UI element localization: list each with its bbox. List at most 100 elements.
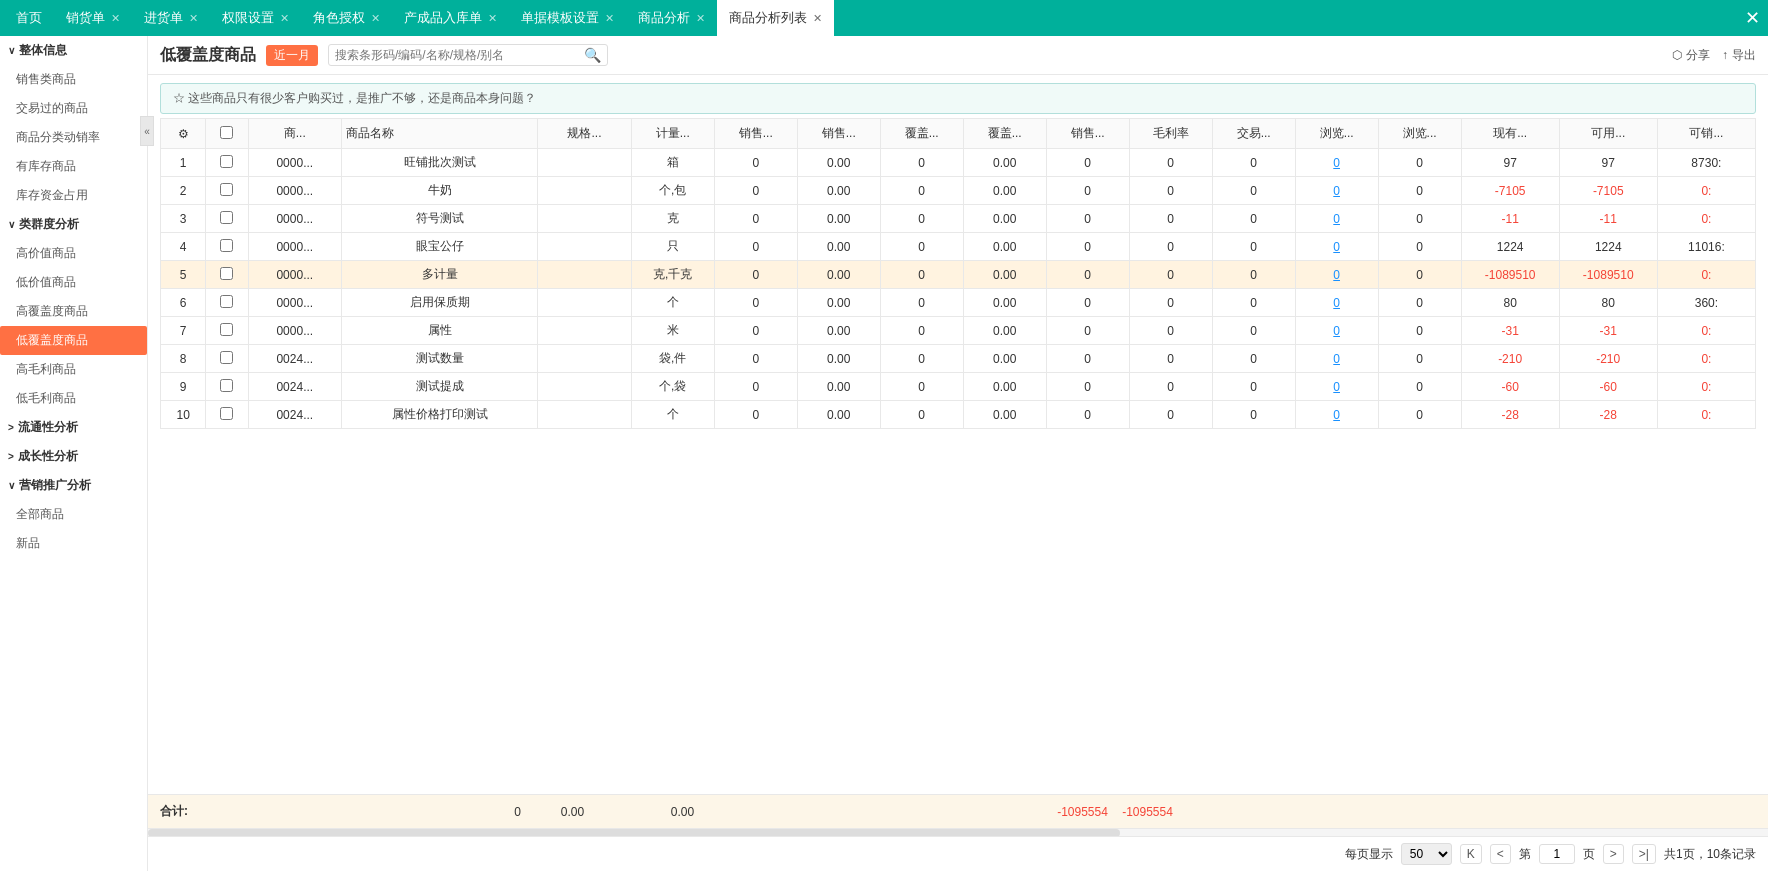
sidebar-item-high-margin[interactable]: 高毛利商品: [0, 355, 147, 384]
per-page-select[interactable]: 50 20 100: [1401, 843, 1452, 865]
table-row: 50000...多计量克,千克00.0000.0000000-1089510-1…: [161, 261, 1756, 289]
row-code: 0000...: [248, 233, 342, 261]
row-stock1: 97: [1461, 149, 1559, 177]
nav-home[interactable]: 首页: [4, 0, 54, 36]
sidebar-item-low-coverage[interactable]: 低覆盖度商品: [0, 326, 147, 355]
row-stock1: -210: [1461, 345, 1559, 373]
row-cover2: 0.00: [963, 317, 1046, 345]
row-stock1: -28: [1461, 401, 1559, 429]
close-icon[interactable]: ✕: [280, 12, 289, 25]
row-sales-qty: 0: [714, 177, 797, 205]
row-cover2: 0.00: [963, 261, 1046, 289]
col-check[interactable]: [206, 119, 248, 149]
row-cover1: 0: [880, 317, 963, 345]
period-button[interactable]: 近一月: [266, 45, 318, 66]
row-trade: 0: [1212, 205, 1295, 233]
export-button[interactable]: ↑ 导出: [1722, 47, 1756, 64]
page-label-after: 页: [1583, 846, 1595, 863]
row-unit: 米: [631, 317, 714, 345]
row-gross-margin: 0: [1129, 373, 1212, 401]
row-index: 7: [161, 317, 206, 345]
row-gross-margin: 0: [1129, 289, 1212, 317]
sidebar-section-overall[interactable]: ∨ 整体信息: [0, 36, 147, 65]
close-icon[interactable]: ✕: [813, 12, 822, 25]
row-browse1: 0: [1295, 205, 1378, 233]
row-sales2: 0: [1046, 373, 1129, 401]
nav-roles[interactable]: 角色授权 ✕: [301, 0, 392, 36]
summary-cover2: 0.00: [655, 805, 710, 819]
nav-template-settings[interactable]: 单据模板设置 ✕: [509, 0, 626, 36]
search-input[interactable]: [335, 48, 584, 62]
last-page-button[interactable]: >|: [1632, 844, 1656, 864]
sidebar-item-low-value[interactable]: 低价值商品: [0, 268, 147, 297]
sidebar-item-low-margin[interactable]: 低毛利商品: [0, 384, 147, 413]
close-icon[interactable]: ✕: [371, 12, 380, 25]
row-sales2: 0: [1046, 261, 1129, 289]
page-number-input[interactable]: [1539, 844, 1575, 864]
row-browse1: 0: [1295, 233, 1378, 261]
row-code: 0000...: [248, 149, 342, 177]
col-gross-margin: 毛利率: [1129, 119, 1212, 149]
close-all-icon[interactable]: ✕: [1745, 7, 1760, 29]
next-page-button[interactable]: >: [1603, 844, 1624, 864]
row-stock2: 80: [1559, 289, 1657, 317]
sidebar-item-new-goods[interactable]: 新品: [0, 529, 147, 558]
first-page-button[interactable]: K: [1460, 844, 1482, 864]
row-unit: 克,千克: [631, 261, 714, 289]
row-gross-margin: 0: [1129, 177, 1212, 205]
summary-stock2: -1095554: [1050, 805, 1115, 819]
row-stock3: 0:: [1657, 373, 1755, 401]
row-name: 测试数量: [342, 345, 538, 373]
col-settings[interactable]: ⚙: [161, 119, 206, 149]
search-box[interactable]: 🔍: [328, 44, 608, 66]
share-icon: ⬡: [1672, 48, 1682, 62]
row-browse2: 0: [1378, 149, 1461, 177]
sidebar-section-liquidity[interactable]: > 流通性分析: [0, 413, 147, 442]
row-stock3: 8730:: [1657, 149, 1755, 177]
close-icon[interactable]: ✕: [488, 12, 497, 25]
sidebar-item-high-value[interactable]: 高价值商品: [0, 239, 147, 268]
row-browse1: 0: [1295, 177, 1378, 205]
nav-sales-order[interactable]: 销货单 ✕: [54, 0, 132, 36]
row-unit: 只: [631, 233, 714, 261]
row-code: 0024...: [248, 373, 342, 401]
row-sales-amt: 0.00: [797, 317, 880, 345]
select-all-checkbox[interactable]: [220, 126, 233, 139]
prev-page-button[interactable]: <: [1490, 844, 1511, 864]
sidebar-section-growth[interactable]: > 成长性分析: [0, 442, 147, 471]
row-sales-qty: 0: [714, 373, 797, 401]
close-icon[interactable]: ✕: [605, 12, 614, 25]
sidebar-section-marketing[interactable]: ∨ 营销推广分析: [0, 471, 147, 500]
row-code: 0000...: [248, 317, 342, 345]
close-icon[interactable]: ✕: [111, 12, 120, 25]
sidebar-section-cluster[interactable]: ∨ 类群度分析: [0, 210, 147, 239]
sidebar-collapse-button[interactable]: «: [140, 116, 154, 146]
chevron-right-icon: >: [8, 422, 14, 433]
nav-permissions[interactable]: 权限设置 ✕: [210, 0, 301, 36]
row-browse2: 0: [1378, 233, 1461, 261]
nav-purchase[interactable]: 进货单 ✕: [132, 0, 210, 36]
sidebar-item-stock-capital[interactable]: 库存资金占用: [0, 181, 147, 210]
row-index: 3: [161, 205, 206, 233]
nav-product-analysis[interactable]: 商品分析 ✕: [626, 0, 717, 36]
row-cover2: 0.00: [963, 205, 1046, 233]
table-row: 20000...牛奶个,包00.0000.0000000-7105-71050:: [161, 177, 1756, 205]
close-icon[interactable]: ✕: [696, 12, 705, 25]
row-sales-qty: 0: [714, 289, 797, 317]
sidebar-item-sales-goods[interactable]: 销售类商品: [0, 65, 147, 94]
row-name: 多计量: [342, 261, 538, 289]
table-container[interactable]: ⚙ 商... 商品名称 规格... 计量... 销售... 销售... 覆盖..…: [148, 118, 1768, 794]
col-cover2: 覆盖...: [963, 119, 1046, 149]
close-icon[interactable]: ✕: [189, 12, 198, 25]
sidebar-item-traded-goods[interactable]: 交易过的商品: [0, 94, 147, 123]
nav-product-analysis-list[interactable]: 商品分析列表 ✕: [717, 0, 834, 36]
sidebar-item-stocked-goods[interactable]: 有库存商品: [0, 152, 147, 181]
sidebar-item-high-coverage[interactable]: 高覆盖度商品: [0, 297, 147, 326]
share-button[interactable]: ⬡ 分享: [1672, 47, 1710, 64]
row-cover1: 0: [880, 289, 963, 317]
sidebar-item-category-sales-rate[interactable]: 商品分类动销率: [0, 123, 147, 152]
header-actions: ⬡ 分享 ↑ 导出: [1672, 47, 1756, 64]
nav-product-storage[interactable]: 产成品入库单 ✕: [392, 0, 509, 36]
row-sales-qty: 0: [714, 261, 797, 289]
sidebar-item-all-goods[interactable]: 全部商品: [0, 500, 147, 529]
